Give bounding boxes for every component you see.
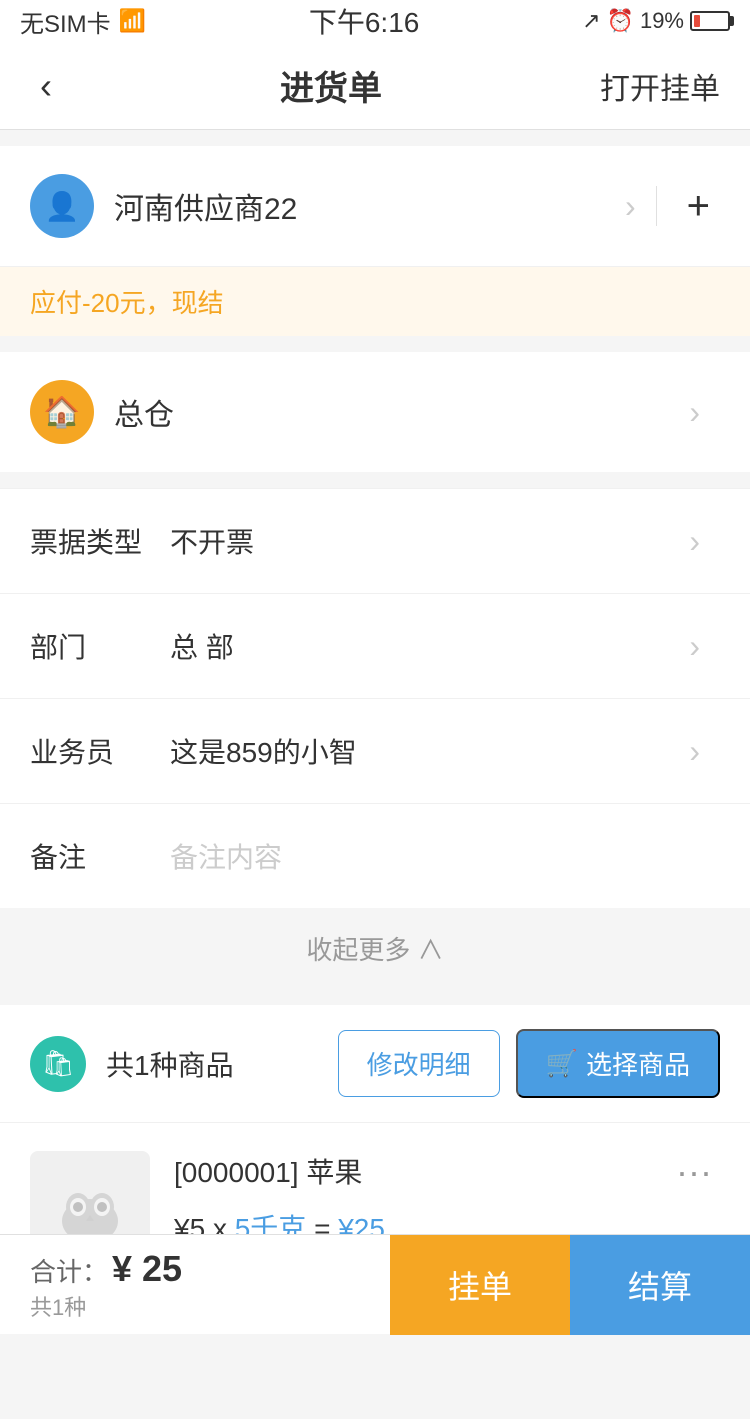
- notice-text: 应付-20元，现结: [30, 288, 224, 318]
- supplier-row[interactable]: 👤 河南供应商22 › +: [0, 146, 750, 267]
- invoice-value: 不开票: [150, 521, 689, 561]
- supplier-name: 河南供应商22: [114, 184, 625, 228]
- department-value: 总 部: [150, 626, 689, 666]
- remark-row[interactable]: 备注 备注内容: [0, 803, 750, 908]
- nav-bar: ‹ 进货单 打开挂单: [0, 42, 750, 130]
- supplier-chevron-icon: ›: [625, 188, 636, 225]
- location-icon: ↗: [582, 8, 600, 34]
- supplier-avatar: 👤: [30, 174, 94, 238]
- form-section: 票据类型 不开票 › 部门 总 部 › 业务员 这是859的小智 › 备注 备注…: [0, 488, 750, 908]
- total-count: 共1种: [30, 1290, 360, 1322]
- bottom-bar: 合计： ¥ 25 共1种 挂单 结算: [0, 1234, 750, 1334]
- warehouse-icon: 🏠: [30, 380, 94, 444]
- vertical-divider: [656, 186, 657, 226]
- warehouse-row[interactable]: 🏠 总仓 ›: [0, 352, 750, 472]
- salesman-value: 这是859的小智: [150, 731, 689, 771]
- warehouse-name: 总仓: [114, 390, 689, 434]
- collapse-label: 收起更多 ∧: [306, 935, 443, 965]
- battery-fill: [694, 15, 700, 27]
- status-right: ↗ ⏰ 19%: [582, 8, 730, 34]
- open-hang-button[interactable]: 打开挂单: [600, 64, 720, 108]
- total-amount: ¥ 25: [112, 1248, 182, 1290]
- select-product-label: 选择商品: [586, 1045, 690, 1082]
- product-info: [0000001] 苹果 ¥5 x 5千克 = ¥25: [174, 1151, 668, 1247]
- checkout-label: 结算: [628, 1262, 692, 1308]
- product-count: 共1种商品: [106, 1044, 338, 1084]
- alarm-icon: ⏰: [607, 8, 634, 34]
- battery-icon: [690, 11, 730, 31]
- product-header: 🛍 共1种商品 修改明细 🛒 选择商品: [0, 1005, 750, 1122]
- product-icon: 🛍: [30, 1036, 86, 1092]
- back-button[interactable]: ‹: [30, 55, 62, 117]
- status-time: 下午6:16: [309, 1, 420, 41]
- carrier-text: 无SIM卡: [20, 4, 111, 39]
- notice-bar: 应付-20元，现结: [0, 267, 750, 336]
- modify-detail-button[interactable]: 修改明细: [338, 1030, 500, 1097]
- product-name: [0000001] 苹果: [174, 1151, 668, 1191]
- total-label: 合计：: [30, 1252, 108, 1289]
- department-chevron-icon: ›: [689, 628, 700, 665]
- salesman-label: 业务员: [30, 731, 150, 771]
- bag-icon: 🛍: [41, 1048, 74, 1079]
- invoice-row[interactable]: 票据类型 不开票 ›: [0, 488, 750, 593]
- department-label: 部门: [30, 626, 150, 666]
- wifi-icon: 📶: [119, 8, 146, 34]
- warehouse-section: 🏠 总仓 ›: [0, 352, 750, 472]
- total-section: 合计： ¥ 25 共1种: [0, 1248, 390, 1322]
- product-more-button[interactable]: ···: [668, 1151, 720, 1193]
- page-title: 进货单: [280, 61, 382, 110]
- avatar-icon: 👤: [45, 190, 80, 223]
- select-product-button[interactable]: 🛒 选择商品: [516, 1029, 720, 1098]
- remark-label: 备注: [30, 836, 150, 876]
- invoice-label: 票据类型: [30, 521, 150, 561]
- supplier-section: 👤 河南供应商22 › + 应付-20元，现结: [0, 146, 750, 336]
- salesman-row[interactable]: 业务员 这是859的小智 ›: [0, 698, 750, 803]
- status-bar: 无SIM卡 📶 下午6:16 ↗ ⏰ 19%: [0, 0, 750, 42]
- warehouse-chevron-icon: ›: [689, 394, 700, 431]
- salesman-chevron-icon: ›: [689, 733, 700, 770]
- product-title: 苹果: [306, 1157, 362, 1188]
- product-id: [0000001]: [174, 1157, 299, 1188]
- department-row[interactable]: 部门 总 部 ›: [0, 593, 750, 698]
- house-icon: 🏠: [43, 395, 80, 430]
- invoice-chevron-icon: ›: [689, 523, 700, 560]
- collapse-bar[interactable]: 收起更多 ∧: [0, 908, 750, 989]
- cart-icon: 🛒: [546, 1048, 578, 1079]
- hang-label: 挂单: [448, 1262, 512, 1308]
- add-supplier-button[interactable]: +: [677, 184, 720, 229]
- checkout-button[interactable]: 结算: [570, 1235, 750, 1335]
- remark-placeholder: 备注内容: [150, 836, 720, 876]
- status-left: 无SIM卡 📶: [20, 4, 146, 39]
- battery-percent: 19%: [640, 8, 684, 34]
- hang-button[interactable]: 挂单: [390, 1235, 570, 1335]
